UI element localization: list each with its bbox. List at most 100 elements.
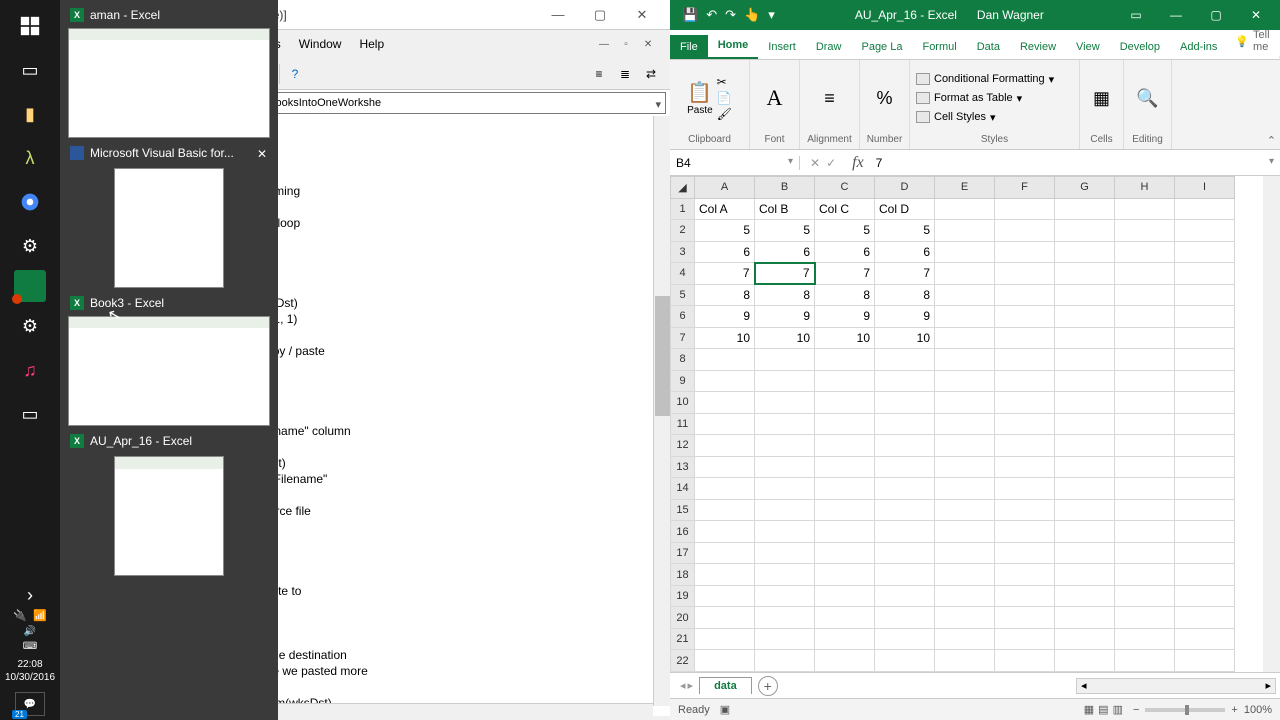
cell[interactable]: [935, 478, 995, 500]
cell[interactable]: 6: [875, 241, 935, 263]
cancel-icon[interactable]: ✕: [810, 156, 820, 170]
cell[interactable]: [875, 650, 935, 672]
cell[interactable]: [1175, 306, 1235, 328]
cell[interactable]: [995, 220, 1055, 242]
col-header[interactable]: A: [695, 177, 755, 199]
cell[interactable]: [995, 370, 1055, 392]
cell[interactable]: [1115, 628, 1175, 650]
cell[interactable]: 9: [755, 306, 815, 328]
cell[interactable]: [815, 521, 875, 543]
keyboard-icon[interactable]: ⌨: [23, 641, 37, 652]
col-header[interactable]: H: [1115, 177, 1175, 199]
cell[interactable]: [815, 478, 875, 500]
cell[interactable]: [875, 564, 935, 586]
editing-icon[interactable]: 🔍: [1136, 88, 1158, 109]
cell[interactable]: [1055, 220, 1115, 242]
col-header[interactable]: B: [755, 177, 815, 199]
cell[interactable]: [695, 628, 755, 650]
cell[interactable]: [1115, 413, 1175, 435]
cell[interactable]: [1175, 392, 1235, 414]
cell[interactable]: [935, 263, 995, 285]
outdent-icon[interactable]: ≡: [588, 63, 610, 85]
cell[interactable]: [995, 241, 1055, 263]
macro-record-icon[interactable]: ▣: [720, 703, 730, 716]
tab-view[interactable]: View: [1066, 35, 1110, 59]
cell[interactable]: [995, 521, 1055, 543]
cell[interactable]: [755, 650, 815, 672]
row-header[interactable]: 8: [671, 349, 695, 371]
tab-file[interactable]: File: [670, 35, 708, 59]
cell[interactable]: [875, 628, 935, 650]
row-header[interactable]: 20: [671, 607, 695, 629]
cell[interactable]: [875, 392, 935, 414]
cell[interactable]: 9: [695, 306, 755, 328]
cell[interactable]: [935, 392, 995, 414]
cell[interactable]: [815, 542, 875, 564]
cell[interactable]: [995, 564, 1055, 586]
close-icon[interactable]: ✕: [254, 146, 270, 162]
cell[interactable]: [1175, 564, 1235, 586]
cell[interactable]: [695, 456, 755, 478]
cell[interactable]: [995, 585, 1055, 607]
power-icon[interactable]: 🔌: [13, 609, 27, 622]
col-header[interactable]: F: [995, 177, 1055, 199]
cell[interactable]: [1055, 241, 1115, 263]
app-icon[interactable]: ⚙: [10, 226, 50, 266]
cell[interactable]: [935, 499, 995, 521]
cell[interactable]: [875, 413, 935, 435]
row-header[interactable]: 15: [671, 499, 695, 521]
cell[interactable]: [815, 499, 875, 521]
cell[interactable]: [1115, 306, 1175, 328]
row-header[interactable]: 12: [671, 435, 695, 457]
row-header[interactable]: 17: [671, 542, 695, 564]
cell[interactable]: [695, 413, 755, 435]
cell[interactable]: Col B: [755, 198, 815, 220]
cell-styles-button[interactable]: Cell Styles ▾: [916, 109, 996, 126]
menu-window[interactable]: Window: [291, 35, 350, 53]
mdi-close-icon[interactable]: ✕: [638, 30, 658, 58]
copy-icon[interactable]: 📄: [717, 91, 732, 105]
view-normal-icon[interactable]: ▦: [1084, 703, 1094, 716]
cell[interactable]: [755, 478, 815, 500]
cell[interactable]: 8: [695, 284, 755, 306]
cell[interactable]: [815, 392, 875, 414]
cell[interactable]: 5: [815, 220, 875, 242]
cell[interactable]: [1115, 370, 1175, 392]
cell[interactable]: [995, 607, 1055, 629]
tab-pagelayout[interactable]: Page La: [851, 35, 912, 59]
cell[interactable]: [1115, 220, 1175, 242]
cell[interactable]: 8: [815, 284, 875, 306]
row-header[interactable]: 11: [671, 413, 695, 435]
row-header[interactable]: 1: [671, 198, 695, 220]
cell[interactable]: [1055, 628, 1115, 650]
cell[interactable]: 9: [815, 306, 875, 328]
notifications-icon[interactable]: 💬21: [15, 692, 45, 716]
cell[interactable]: [815, 456, 875, 478]
cell[interactable]: [995, 327, 1055, 349]
cell[interactable]: [755, 435, 815, 457]
cell[interactable]: [815, 650, 875, 672]
cell[interactable]: [1055, 542, 1115, 564]
cell[interactable]: [1175, 650, 1235, 672]
cell[interactable]: [755, 413, 815, 435]
cell[interactable]: [1115, 499, 1175, 521]
row-header[interactable]: 13: [671, 456, 695, 478]
cell[interactable]: 7: [755, 263, 815, 285]
cell[interactable]: [1115, 478, 1175, 500]
cell[interactable]: [1055, 607, 1115, 629]
tab-data[interactable]: Data: [967, 35, 1010, 59]
cell[interactable]: [995, 392, 1055, 414]
cell[interactable]: [1055, 349, 1115, 371]
cell[interactable]: [1115, 607, 1175, 629]
add-sheet-button[interactable]: +: [758, 676, 778, 696]
cell[interactable]: [1115, 585, 1175, 607]
settings-icon[interactable]: ⚙: [10, 306, 50, 346]
row-header[interactable]: 19: [671, 585, 695, 607]
cell[interactable]: [695, 585, 755, 607]
row-header[interactable]: 21: [671, 628, 695, 650]
row-header[interactable]: 6: [671, 306, 695, 328]
cell[interactable]: [995, 284, 1055, 306]
font-icon[interactable]: A: [767, 85, 783, 111]
select-all-corner[interactable]: ◢: [671, 177, 695, 199]
cell[interactable]: [995, 413, 1055, 435]
